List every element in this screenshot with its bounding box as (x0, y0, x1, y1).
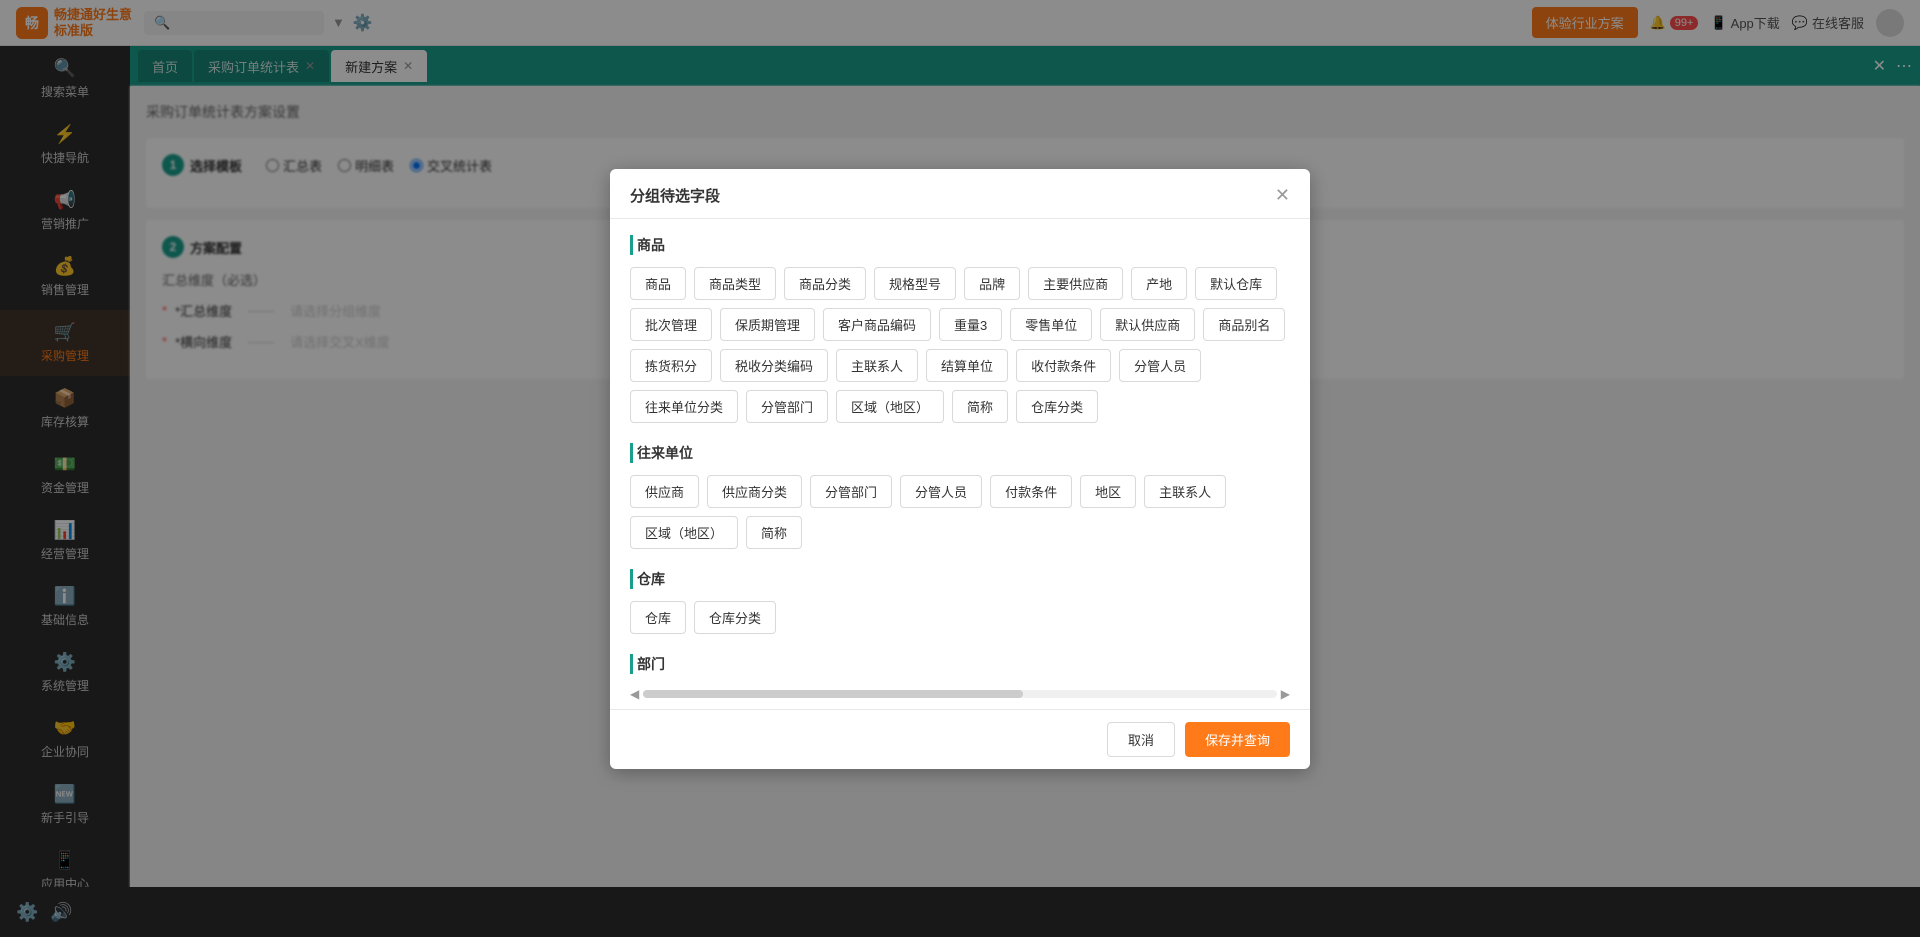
section-partner-title: 往来单位 (630, 443, 1290, 463)
field-tag[interactable]: 结算单位 (926, 349, 1008, 382)
modal-body: 商品 商品 商品类型 商品分类 规格型号 品牌 主要供应商 产地 默认仓库 批次… (610, 219, 1310, 683)
field-tag[interactable]: 主联系人 (836, 349, 918, 382)
field-tag[interactable]: 保质期管理 (720, 308, 815, 341)
confirm-button[interactable]: 保存并查询 (1185, 722, 1290, 757)
field-tag[interactable]: 客户商品编码 (823, 308, 931, 341)
section-partner: 往来单位 供应商 供应商分类 分管部门 分管人员 付款条件 地区 主联系人 区域… (630, 443, 1290, 549)
field-tag[interactable]: 分管部门 (746, 390, 828, 423)
section-goods-title: 商品 (630, 235, 1290, 255)
section-warehouse-fields: 仓库 仓库分类 (630, 601, 1290, 634)
field-tag[interactable]: 拣货积分 (630, 349, 712, 382)
modal-header: 分组待选字段 ✕ (610, 169, 1310, 219)
field-tag[interactable]: 付款条件 (990, 475, 1072, 508)
field-tag[interactable]: 税收分类编码 (720, 349, 828, 382)
section-warehouse-title: 仓库 (630, 569, 1290, 589)
section-partner-fields: 供应商 供应商分类 分管部门 分管人员 付款条件 地区 主联系人 区域（地区） … (630, 475, 1290, 549)
section-dept-title: 部门 (630, 654, 1290, 674)
modal: 分组待选字段 ✕ 商品 商品 商品类型 商品分类 规格型号 品牌 主要供应商 产… (610, 169, 1310, 769)
field-tag[interactable]: 商品 (630, 267, 686, 300)
modal-footer: 取消 保存并查询 (610, 709, 1310, 769)
field-tag[interactable]: 商品类型 (694, 267, 776, 300)
field-tag[interactable]: 品牌 (964, 267, 1020, 300)
section-warehouse: 仓库 仓库 仓库分类 (630, 569, 1290, 634)
scroll-thumb (643, 690, 1023, 698)
modal-overlay: 分组待选字段 ✕ 商品 商品 商品类型 商品分类 规格型号 品牌 主要供应商 产… (0, 0, 1920, 937)
field-tag[interactable]: 仓库 (630, 601, 686, 634)
field-tag[interactable]: 分管人员 (900, 475, 982, 508)
field-tag[interactable]: 收付款条件 (1016, 349, 1111, 382)
field-tag[interactable]: 商品别名 (1203, 308, 1285, 341)
field-tag[interactable]: 产地 (1131, 267, 1187, 300)
section-goods: 商品 商品 商品类型 商品分类 规格型号 品牌 主要供应商 产地 默认仓库 批次… (630, 235, 1290, 423)
field-tag[interactable]: 默认供应商 (1100, 308, 1195, 341)
field-tag[interactable]: 往来单位分类 (630, 390, 738, 423)
section-dept: 部门 部门 (630, 654, 1290, 683)
scroll-right-arrow[interactable]: ▶ (1281, 687, 1290, 701)
scroll-left-arrow[interactable]: ◀ (630, 687, 639, 701)
field-tag[interactable]: 简称 (746, 516, 802, 549)
field-tag[interactable]: 地区 (1080, 475, 1136, 508)
field-tag[interactable]: 商品分类 (784, 267, 866, 300)
field-tag[interactable]: 零售单位 (1010, 308, 1092, 341)
field-tag[interactable]: 区域（地区） (630, 516, 738, 549)
modal-title: 分组待选字段 (630, 185, 720, 206)
field-tag[interactable]: 重量3 (939, 308, 1002, 341)
field-tag[interactable]: 仓库分类 (694, 601, 776, 634)
field-tag[interactable]: 仓库分类 (1016, 390, 1098, 423)
field-tag[interactable]: 规格型号 (874, 267, 956, 300)
section-goods-fields: 商品 商品类型 商品分类 规格型号 品牌 主要供应商 产地 默认仓库 批次管理 … (630, 267, 1290, 423)
field-tag[interactable]: 默认仓库 (1195, 267, 1277, 300)
modal-hscroll[interactable]: ◀ ▶ (610, 683, 1310, 709)
field-tag[interactable]: 供应商 (630, 475, 699, 508)
modal-close-button[interactable]: ✕ (1275, 185, 1290, 206)
field-tag[interactable]: 批次管理 (630, 308, 712, 341)
field-tag[interactable]: 供应商分类 (707, 475, 802, 508)
field-tag[interactable]: 区域（地区） (836, 390, 944, 423)
field-tag[interactable]: 主联系人 (1144, 475, 1226, 508)
field-tag[interactable]: 简称 (952, 390, 1008, 423)
scroll-track[interactable] (643, 690, 1277, 698)
field-tag[interactable]: 分管人员 (1119, 349, 1201, 382)
field-tag[interactable]: 主要供应商 (1028, 267, 1123, 300)
field-tag[interactable]: 分管部门 (810, 475, 892, 508)
cancel-button[interactable]: 取消 (1107, 722, 1175, 757)
